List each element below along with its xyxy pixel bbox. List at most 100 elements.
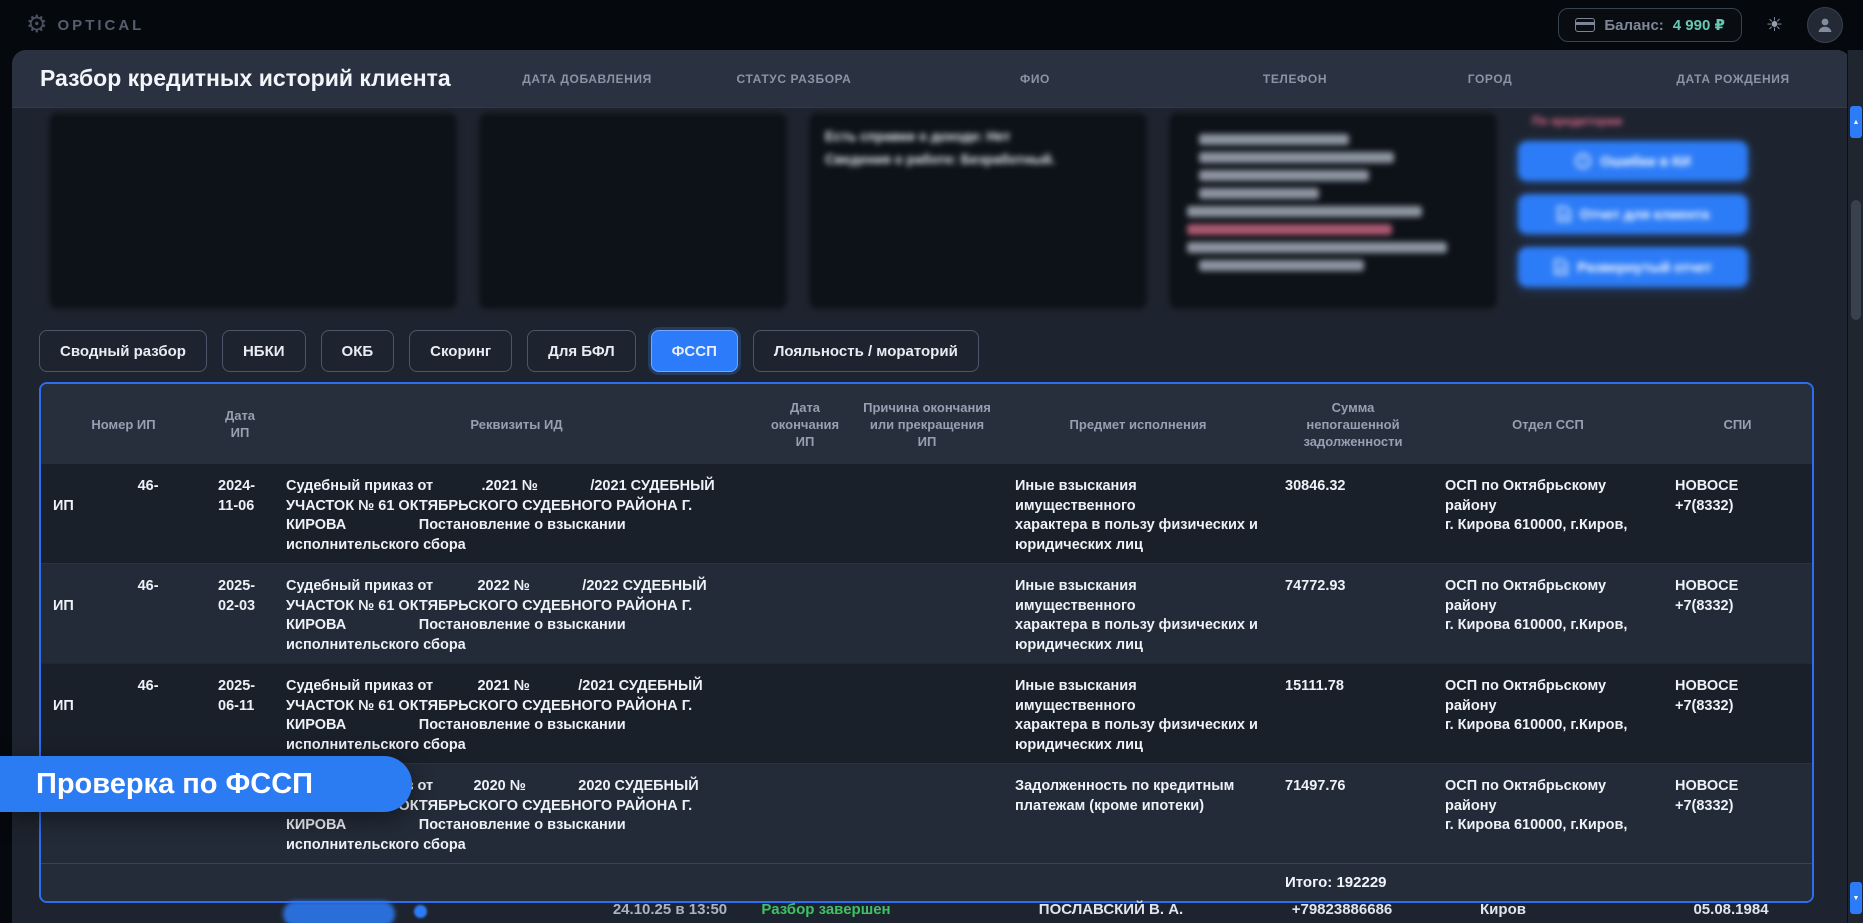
list-header-birthdate: ДАТА РОЖДЕНИЯ (1676, 71, 1790, 86)
cell-officer: НОВОСЕ +7(8332) (1675, 478, 1739, 514)
optical-logo-icon: ⚙ (26, 11, 48, 38)
cell-number: 46- ИП (53, 678, 159, 714)
scrollbar-thumb[interactable] (1851, 200, 1861, 320)
blurred-card (48, 112, 458, 310)
redacted-text-line (1187, 206, 1422, 217)
cell-end-date (759, 764, 851, 863)
redacted-text-line (1187, 224, 1392, 235)
list-header-city: ГОРОД (1467, 71, 1513, 86)
cell-amount: 71497.76 (1285, 778, 1346, 794)
cell-department: ОСП по Октябрьскому району г. Кирова 610… (1445, 678, 1628, 733)
client-birthdate: 05.08.1984 (1693, 901, 1769, 918)
cell-end-reason (851, 464, 1003, 563)
blurred-card-credits (1168, 112, 1498, 310)
cell-amount: 30846.32 (1285, 478, 1346, 494)
cell-end-reason (851, 664, 1003, 763)
list-header-phone: ТЕЛЕФОН (1262, 71, 1328, 86)
redacted-text-line (1199, 152, 1394, 163)
tab-svodny-razbor[interactable]: Сводный разбор (39, 330, 207, 372)
list-header-date-added: ДАТА ДОБАВЛЕНИЯ (522, 71, 652, 86)
total-amount: Итого: 192229 (1285, 874, 1387, 891)
summary-cards-row: Есть справки о доходе: Нет Сведения о ра… (48, 112, 1815, 310)
cell-date: 2025- 02-03 (218, 578, 256, 614)
balance-label: Баланс: (1604, 16, 1664, 34)
cell-officer: НОВОСЕ +7(8332) (1675, 578, 1739, 614)
cell-end-date (759, 464, 851, 563)
tab-bfl[interactable]: Для БФЛ (527, 330, 636, 372)
topbar-right: Баланс: 4 990 ₽ ☀ (1558, 7, 1843, 43)
balance-value: 4 990 ₽ (1672, 17, 1725, 34)
cell-subject: Иные взыскания имущественного характера … (1015, 678, 1258, 753)
cell-officer: НОВОСЕ +7(8332) (1675, 778, 1739, 814)
topbar: ⚙ OPTICAL Баланс: 4 990 ₽ ☀ (0, 0, 1863, 50)
cell-date: 2025- 06-11 (218, 678, 256, 714)
balance-chip[interactable]: Баланс: 4 990 ₽ (1558, 8, 1742, 42)
cell-end-reason (851, 764, 1003, 863)
report-tabs: Сводный разбор НБКИ ОКБ Скоринг Для БФЛ … (39, 330, 979, 372)
client-report-button[interactable]: Отчет для клиента (1518, 194, 1748, 234)
col-header-amount: Сумма непогашенной задолженности (1303, 399, 1403, 449)
cell-end-date (759, 564, 851, 663)
client-status: Разбор завершен (761, 901, 891, 918)
detailed-report-label: Развернутый отчет (1577, 259, 1712, 275)
redacted-text-line (1199, 188, 1319, 199)
scroll-down-button[interactable]: ▼ (1850, 882, 1862, 914)
col-header-requisites: Реквизиты ИД (470, 416, 563, 432)
table-row: 46- ИП 2025- 02-03 Судебный приказ от 20… (41, 563, 1812, 663)
vertical-scrollbar[interactable]: ▲ ▼ (1847, 50, 1863, 923)
client-name: ПОСЛАВСКИЙ В. А. (1038, 901, 1184, 918)
redacted-text-line (1199, 170, 1369, 181)
theme-toggle-icon[interactable]: ☀ (1766, 16, 1783, 35)
col-header-end-reason: Причина окончания или прекращения ИП (863, 399, 991, 449)
blurred-action-pill[interactable] (283, 901, 395, 923)
creditors-label: По кредиторам (1532, 114, 1623, 128)
tab-scoring[interactable]: Скоринг (409, 330, 513, 372)
cell-subject: Задолженность по кредитным платежам (кро… (1015, 778, 1235, 814)
blurred-card (478, 112, 788, 310)
tab-loyalty[interactable]: Лояльность / мораторий (752, 330, 979, 372)
redacted-text-line (1187, 242, 1447, 253)
fssp-table: Номер ИП Дата ИП Реквизиты ИД Дата оконч… (39, 382, 1814, 903)
report-actions: По кредиторам Ошибки в КИ Отчет для клие… (1518, 112, 1748, 310)
cell-subject: Иные взыскания имущественного характера … (1015, 478, 1258, 553)
ki-errors-button[interactable]: Ошибки в КИ (1518, 141, 1748, 181)
modal-header: Разбор кредитных историй клиента ДАТА ДО… (12, 50, 1851, 108)
person-icon (1818, 18, 1832, 32)
col-header-date: Дата ИП (224, 408, 256, 440)
cell-requisites: Судебный приказ от .2021 № /2021 СУДЕБНЫ… (286, 478, 715, 553)
cell-department: ОСП по Октябрьскому району г. Кирова 610… (1445, 778, 1628, 833)
list-header-fio: ФИО (1019, 71, 1051, 86)
fssp-table-header: Номер ИП Дата ИП Реквизиты ИД Дата оконч… (41, 384, 1812, 464)
tab-okb[interactable]: ОКБ (320, 330, 395, 372)
cell-officer: НОВОСЕ +7(8332) (1675, 678, 1739, 714)
income-line: Есть справки о доходе: Нет (825, 129, 1011, 144)
col-header-number: Номер ИП (91, 416, 156, 432)
cell-requisites: Судебный приказ от 2022 № /2022 СУДЕБНЫЙ… (286, 578, 707, 653)
app-root: ⚙ OPTICAL Баланс: 4 990 ₽ ☀ Разбор креди… (0, 0, 1863, 923)
table-footer: Итого: 192229 (41, 863, 1812, 901)
alert-icon (1575, 153, 1592, 169)
fssp-check-badge: Проверка по ФССП (0, 756, 412, 812)
brand-name: OPTICAL (57, 16, 145, 34)
brand: ⚙ OPTICAL (26, 13, 144, 37)
cell-end-reason (851, 564, 1003, 663)
blurred-card-income: Есть справки о доходе: Нет Сведения о ра… (808, 112, 1148, 310)
user-avatar[interactable] (1807, 7, 1843, 43)
cell-department: ОСП по Октябрьскому району г. Кирова 610… (1445, 578, 1628, 633)
client-added-date: 24.10.25 в 13:50 (612, 901, 728, 918)
redacted-text-line (1199, 260, 1364, 271)
cell-amount: 74772.93 (1285, 578, 1346, 594)
cell-requisites: Судебный приказ от 2021 № /2021 СУДЕБНЫЙ… (286, 678, 703, 753)
col-header-end-date: Дата окончания ИП (770, 399, 840, 449)
scroll-up-button[interactable]: ▲ (1850, 106, 1862, 138)
cell-subject: Иные взыскания имущественного характера … (1015, 578, 1258, 653)
tab-nbki[interactable]: НБКИ (221, 330, 306, 372)
document-icon (1556, 206, 1571, 222)
document-icon (1554, 259, 1569, 275)
client-phone: +79823886686 (1291, 901, 1393, 918)
detailed-report-button[interactable]: Развернутый отчет (1518, 247, 1748, 287)
col-header-officer: СПИ (1723, 416, 1752, 432)
tab-fssp[interactable]: ФССП (650, 330, 738, 372)
client-city: Киров (1480, 901, 1526, 918)
